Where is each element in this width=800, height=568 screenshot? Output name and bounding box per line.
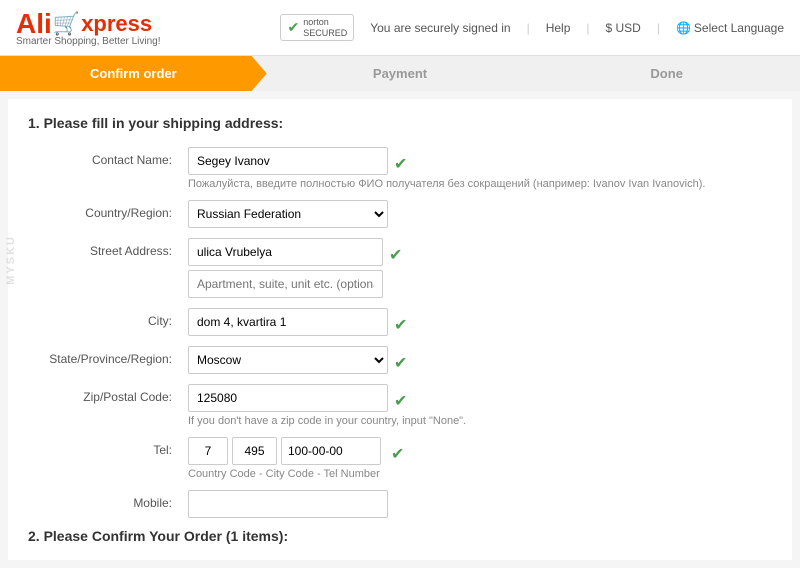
logo: Ali 🛒 xpress Smarter Shopping, Better Li…	[16, 8, 161, 47]
city-row: City: ✔	[28, 308, 772, 336]
header-right: ✔ nortonSECURED You are securely signed …	[280, 14, 784, 42]
zip-content: ✔ If you don't have a zip code in your c…	[188, 384, 772, 427]
street-optional-input[interactable]	[188, 270, 383, 298]
tel-country-code-input[interactable]	[188, 437, 228, 465]
country-input-row: Russian Federation	[188, 200, 772, 228]
tel-hint: Country Code - City Code - Tel Number	[188, 468, 768, 480]
country-select[interactable]: Russian Federation	[188, 200, 388, 228]
contact-name-input[interactable]	[188, 147, 388, 175]
zip-input[interactable]	[188, 384, 388, 412]
mobile-label: Mobile:	[28, 490, 188, 510]
state-label: State/Province/Region:	[28, 346, 188, 366]
mobile-input[interactable]	[188, 490, 388, 518]
tel-city-code-input[interactable]	[232, 437, 277, 465]
state-content: Moscow ✔	[188, 346, 772, 374]
secure-signin-text: You are securely signed in	[370, 21, 510, 35]
contact-name-hint: Пожалуйста, введите полностью ФИО получа…	[188, 178, 768, 190]
language-selector[interactable]: 🌐 Select Language	[676, 21, 784, 35]
contact-name-input-row: ✔	[188, 147, 772, 175]
zip-check-icon: ✔	[394, 391, 407, 411]
zip-label: Zip/Postal Code:	[28, 384, 188, 404]
country-row: Country/Region: Russian Federation	[28, 200, 772, 228]
state-check-icon: ✔	[394, 353, 407, 373]
city-input-row: ✔	[188, 308, 772, 336]
street-content: ✔	[188, 238, 772, 298]
main-content: 1. Please fill in your shipping address:…	[8, 99, 792, 560]
step-confirm-order[interactable]: Confirm order	[0, 56, 267, 91]
street-check-icon: ✔	[389, 245, 402, 265]
mobile-content	[188, 490, 772, 518]
street-input[interactable]	[188, 238, 383, 266]
norton-label: nortonSECURED	[303, 17, 347, 39]
header: Ali 🛒 xpress Smarter Shopping, Better Li…	[0, 0, 800, 56]
state-input-row: Moscow ✔	[188, 346, 772, 374]
divider2: |	[586, 21, 589, 35]
zip-hint: If you don't have a zip code in your cou…	[188, 415, 768, 427]
tel-check-icon: ✔	[391, 444, 404, 464]
city-check-icon: ✔	[394, 315, 407, 335]
street-label: Street Address:	[28, 238, 188, 258]
step-payment[interactable]: Payment	[267, 56, 534, 91]
currency-selector[interactable]: $ USD	[606, 21, 641, 35]
logo-cart-icon: 🛒	[53, 11, 80, 37]
step-done[interactable]: Done	[533, 56, 800, 91]
tel-number-input[interactable]	[281, 437, 381, 465]
tel-inputs-row: ✔	[188, 437, 772, 465]
state-select[interactable]: Moscow	[188, 346, 388, 374]
street-input-row: ✔	[188, 238, 772, 266]
city-content: ✔	[188, 308, 772, 336]
contact-name-content: ✔ Пожалуйста, введите полностью ФИО полу…	[188, 147, 772, 190]
step-payment-label: Payment	[373, 66, 427, 81]
zip-row: Zip/Postal Code: ✔ If you don't have a z…	[28, 384, 772, 427]
mobile-input-row	[188, 490, 772, 518]
step-confirm-label: Confirm order	[90, 66, 177, 81]
norton-check-icon: ✔	[287, 19, 299, 36]
select-language-text: Select Language	[694, 21, 784, 35]
tel-label: Tel:	[28, 437, 188, 457]
logo-tagline: Smarter Shopping, Better Living!	[16, 36, 161, 47]
tel-content: ✔ Country Code - City Code - Tel Number	[188, 437, 772, 480]
city-label: City:	[28, 308, 188, 328]
section-title: 1. Please fill in your shipping address:	[28, 115, 772, 131]
contact-name-check-icon: ✔	[394, 154, 407, 174]
tel-row: Tel: ✔ Country Code - City Code - Tel Nu…	[28, 437, 772, 480]
divider3: |	[657, 21, 660, 35]
country-label: Country/Region:	[28, 200, 188, 220]
progress-bar: Confirm order Payment Done	[0, 56, 800, 91]
city-input[interactable]	[188, 308, 388, 336]
logo-express: xpress	[81, 11, 152, 37]
zip-input-row: ✔	[188, 384, 772, 412]
divider: |	[527, 21, 530, 35]
country-content: Russian Federation	[188, 200, 772, 228]
mobile-row: Mobile:	[28, 490, 772, 518]
state-row: State/Province/Region: Moscow ✔	[28, 346, 772, 374]
street-row: Street Address: ✔	[28, 238, 772, 298]
globe-icon: 🌐	[676, 21, 691, 35]
step-done-label: Done	[650, 66, 683, 81]
section2-title: 2. Please Confirm Your Order (1 items):	[28, 528, 772, 544]
norton-badge: ✔ nortonSECURED	[280, 14, 354, 42]
contact-name-label: Contact Name:	[28, 147, 188, 167]
help-link[interactable]: Help	[546, 21, 571, 35]
contact-name-row: Contact Name: ✔ Пожалуйста, введите полн…	[28, 147, 772, 190]
